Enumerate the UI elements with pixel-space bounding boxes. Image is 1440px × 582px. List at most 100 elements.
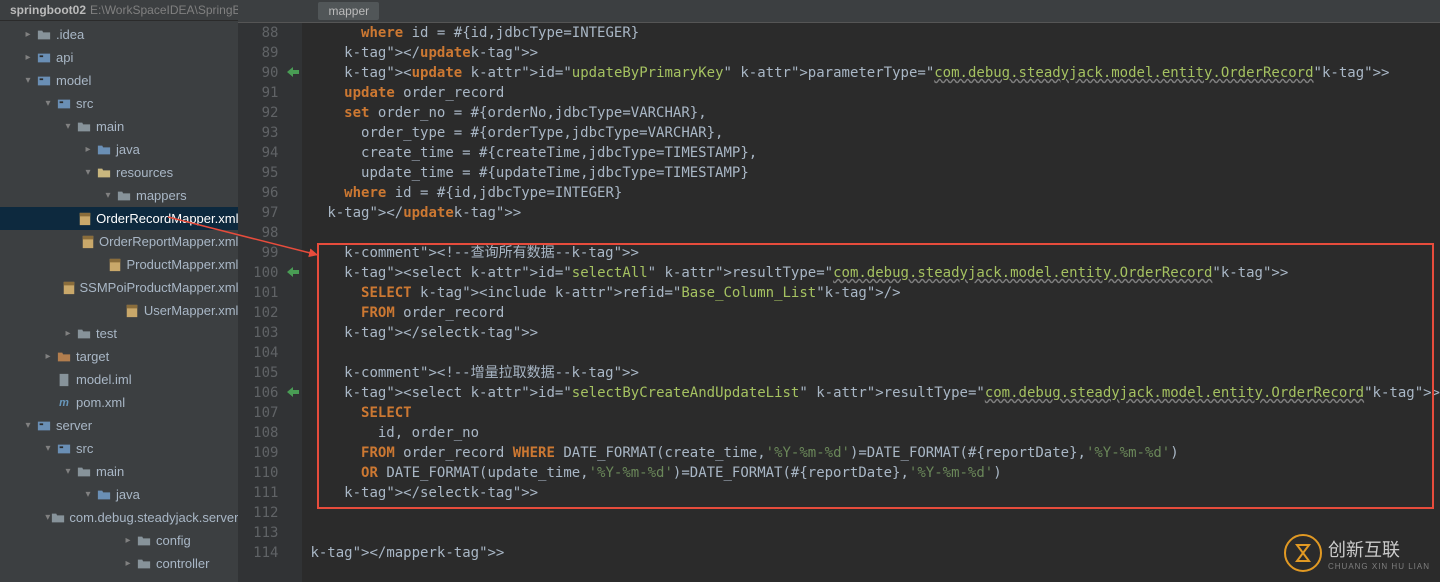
project-tree[interactable]: .ideaapimodelsrcmainjavaresourcesmappers… bbox=[0, 21, 238, 577]
line-number: 101 bbox=[238, 283, 278, 303]
gutter-marker-icon[interactable] bbox=[286, 385, 302, 401]
code-line[interactable]: k-tag"></selectk-tag">> bbox=[310, 483, 1440, 503]
tree-item[interactable]: mappers bbox=[0, 184, 238, 207]
tree-caret-icon[interactable] bbox=[20, 52, 36, 63]
code-line[interactable]: FROM order_record WHERE DATE_FORMAT(crea… bbox=[310, 443, 1440, 463]
tree-item[interactable]: UserMapper.xml bbox=[0, 299, 238, 322]
code-line[interactable]: k-tag"><select k-attr">id="selectByCreat… bbox=[310, 383, 1440, 403]
code-line[interactable] bbox=[310, 343, 1440, 363]
code-line[interactable]: k-tag"></mapperk-tag">> bbox=[310, 543, 1440, 563]
tree-caret-icon[interactable] bbox=[120, 535, 136, 546]
code-line[interactable]: FROM order_record bbox=[310, 303, 1440, 323]
code-line[interactable]: SELECT k-tag"><include k-attr">refid="Ba… bbox=[310, 283, 1440, 303]
code-line[interactable]: create_time = #{createTime,jdbcType=TIME… bbox=[310, 143, 1440, 163]
tree-item[interactable]: model.iml bbox=[0, 368, 238, 391]
tree-label: mappers bbox=[136, 188, 187, 203]
tree-label: server bbox=[56, 418, 92, 433]
code-line[interactable]: k-tag"><select k-attr">id="selectAll" k-… bbox=[310, 263, 1440, 283]
code-line[interactable]: k-tag"></updatek-tag">> bbox=[310, 43, 1440, 63]
tree-item[interactable]: java bbox=[0, 483, 238, 506]
tree-caret-icon[interactable] bbox=[120, 558, 136, 569]
tree-item[interactable]: main bbox=[0, 115, 238, 138]
tree-item[interactable]: config bbox=[0, 529, 238, 552]
code-line[interactable]: OR DATE_FORMAT(update_time,'%Y-%m-%d')=D… bbox=[310, 463, 1440, 483]
tree-item[interactable]: src bbox=[0, 437, 238, 460]
code-line[interactable]: where id = #{id,jdbcType=INTEGER} bbox=[310, 183, 1440, 203]
code-content[interactable]: where id = #{id,jdbcType=INTEGER} k-tag"… bbox=[302, 23, 1440, 582]
tree-item[interactable]: target bbox=[0, 345, 238, 368]
tree-caret-icon[interactable] bbox=[40, 351, 56, 362]
folder-icon bbox=[36, 27, 52, 43]
tree-caret-icon[interactable] bbox=[20, 75, 36, 86]
code-line[interactable]: update_time = #{updateTime,jdbcType=TIME… bbox=[310, 163, 1440, 183]
tree-caret-icon[interactable] bbox=[60, 121, 76, 132]
tree-caret-icon[interactable] bbox=[40, 98, 56, 109]
code-line[interactable]: set order_no = #{orderNo,jdbcType=VARCHA… bbox=[310, 103, 1440, 123]
tree-item[interactable]: SSMPoiProductMapper.xml bbox=[0, 276, 238, 299]
tree-label: src bbox=[76, 441, 93, 456]
project-path: E:\WorkSpaceIDEA\SpringBoot\springb bbox=[90, 3, 238, 17]
tree-item[interactable]: main bbox=[0, 460, 238, 483]
tree-item[interactable]: test bbox=[0, 322, 238, 345]
tree-caret-icon[interactable] bbox=[44, 512, 51, 523]
code-line[interactable] bbox=[310, 503, 1440, 523]
module-icon bbox=[56, 441, 72, 457]
tree-label: target bbox=[76, 349, 109, 364]
editor-tab-bar: mapper bbox=[238, 0, 1440, 23]
code-line[interactable]: k-tag"></selectk-tag">> bbox=[310, 323, 1440, 343]
tree-item[interactable]: resources bbox=[0, 161, 238, 184]
code-line[interactable]: k-tag"></updatek-tag">> bbox=[310, 203, 1440, 223]
tree-item[interactable]: server bbox=[0, 414, 238, 437]
line-number: 107 bbox=[238, 403, 278, 423]
project-name: springboot02 bbox=[10, 3, 86, 17]
code-line[interactable]: k-comment"><!--查询所有数据--k-tag">> bbox=[310, 243, 1440, 263]
tree-item[interactable]: com.debug.steadyjack.server bbox=[0, 506, 238, 529]
tree-item[interactable]: .idea bbox=[0, 23, 238, 46]
folder-icon bbox=[136, 533, 152, 549]
breadcrumb-tab[interactable]: mapper bbox=[318, 2, 379, 20]
tree-caret-icon[interactable] bbox=[60, 466, 76, 477]
line-number: 99 bbox=[238, 243, 278, 263]
tree-item[interactable]: controller bbox=[0, 552, 238, 575]
tree-item[interactable]: OrderReportMapper.xml bbox=[0, 230, 238, 253]
tree-caret-icon[interactable] bbox=[60, 328, 76, 339]
line-number: 88 bbox=[238, 23, 278, 43]
tree-caret-icon[interactable] bbox=[80, 489, 96, 500]
tree-caret-icon[interactable] bbox=[100, 190, 116, 201]
code-line[interactable]: update order_record bbox=[310, 83, 1440, 103]
code-line[interactable]: order_type = #{orderType,jdbcType=VARCHA… bbox=[310, 123, 1440, 143]
code-line[interactable]: k-tag"><update k-attr">id="updateByPrima… bbox=[310, 63, 1440, 83]
tree-caret-icon[interactable] bbox=[80, 167, 96, 178]
code-area[interactable]: 8889909192939495969798991001011021031041… bbox=[238, 23, 1440, 582]
m-icon: m bbox=[56, 395, 72, 411]
module-icon bbox=[36, 50, 52, 66]
tree-caret-icon[interactable] bbox=[20, 420, 36, 431]
code-line[interactable]: where id = #{id,jdbcType=INTEGER} bbox=[310, 23, 1440, 43]
tree-item[interactable]: src bbox=[0, 92, 238, 115]
gutter-marker-icon[interactable] bbox=[286, 265, 302, 281]
line-number: 100 bbox=[238, 263, 278, 283]
line-number: 95 bbox=[238, 163, 278, 183]
tree-item[interactable]: java bbox=[0, 138, 238, 161]
gutter-marker-icon[interactable] bbox=[286, 65, 302, 81]
tree-item[interactable]: api bbox=[0, 46, 238, 69]
code-line[interactable] bbox=[310, 523, 1440, 543]
tree-label: main bbox=[96, 119, 124, 134]
tree-item[interactable]: ProductMapper.xml bbox=[0, 253, 238, 276]
tree-caret-icon[interactable] bbox=[40, 443, 56, 454]
code-line[interactable]: SELECT bbox=[310, 403, 1440, 423]
module-icon bbox=[36, 73, 52, 89]
tree-label: java bbox=[116, 487, 140, 502]
line-number: 96 bbox=[238, 183, 278, 203]
tree-item[interactable]: OrderRecordMapper.xml bbox=[0, 207, 238, 230]
tree-label: src bbox=[76, 96, 93, 111]
code-line[interactable] bbox=[310, 223, 1440, 243]
tree-caret-icon[interactable] bbox=[20, 29, 36, 40]
tree-item[interactable]: model bbox=[0, 69, 238, 92]
line-number: 97 bbox=[238, 203, 278, 223]
tree-item[interactable]: mpom.xml bbox=[0, 391, 238, 414]
line-number: 92 bbox=[238, 103, 278, 123]
code-line[interactable]: k-comment"><!--增量拉取数据--k-tag">> bbox=[310, 363, 1440, 383]
tree-caret-icon[interactable] bbox=[80, 144, 96, 155]
code-line[interactable]: id, order_no bbox=[310, 423, 1440, 443]
